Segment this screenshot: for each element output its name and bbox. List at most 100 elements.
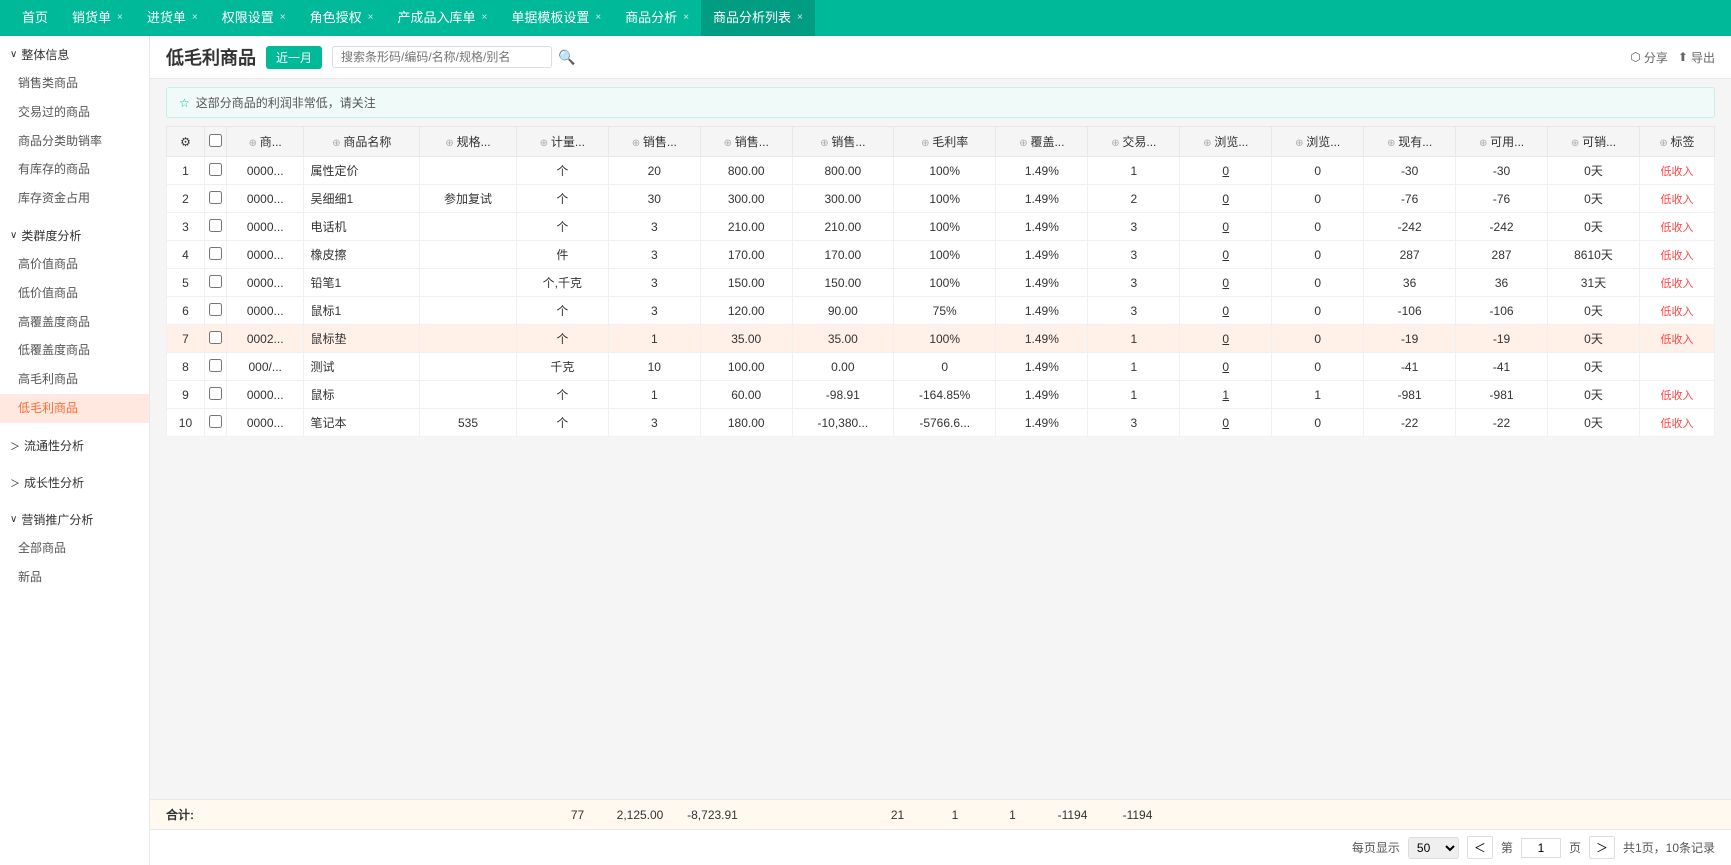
nav-home[interactable]: 首页 (10, 0, 60, 36)
cell-browse1[interactable]: 0 (1180, 353, 1272, 381)
cell-browse1[interactable]: 0 (1180, 269, 1272, 297)
th-name[interactable]: 商品名称 (304, 127, 420, 157)
close-icon[interactable]: × (280, 0, 286, 36)
row-checkbox[interactable] (209, 303, 222, 316)
th-spec[interactable]: 规格... (420, 127, 517, 157)
sidebar-item-low-coverage[interactable]: 低覆盖度商品 (0, 336, 149, 365)
nav-purchase-order[interactable]: 进货单 × (135, 0, 210, 36)
close-icon[interactable]: × (797, 0, 803, 36)
cell-browse1[interactable]: 1 (1180, 381, 1272, 409)
cell-checkbox[interactable] (204, 185, 226, 213)
row-checkbox[interactable] (209, 219, 222, 232)
cell-checkbox[interactable] (204, 157, 226, 185)
cell-checkbox[interactable] (204, 241, 226, 269)
export-button[interactable]: ⬆ 导出 (1678, 49, 1715, 66)
browse1-link[interactable]: 0 (1222, 164, 1229, 178)
sidebar-item-low-margin[interactable]: 低毛利商品 (0, 394, 149, 423)
th-current-stock[interactable]: 现有... (1364, 127, 1456, 157)
search-button[interactable]: 🔍 (558, 49, 575, 66)
cell-browse1[interactable]: 0 (1180, 409, 1272, 437)
share-button[interactable]: ⬡ 分享 (1630, 49, 1668, 66)
nav-permissions[interactable]: 权限设置 × (210, 0, 298, 36)
sidebar-item-stock-capital[interactable]: 库存资金占用 (0, 184, 149, 213)
cell-checkbox[interactable] (204, 213, 226, 241)
cell-checkbox[interactable] (204, 325, 226, 353)
sidebar-item-all-goods[interactable]: 全部商品 (0, 534, 149, 563)
sidebar-item-high-coverage[interactable]: 高覆盖度商品 (0, 308, 149, 337)
sidebar-group-marketing[interactable]: ∨ 营销推广分析 (0, 505, 149, 534)
browse1-link[interactable]: 0 (1222, 304, 1229, 318)
browse1-link[interactable]: 1 (1222, 388, 1229, 402)
cell-checkbox[interactable] (204, 269, 226, 297)
nav-product-analysis[interactable]: 商品分析 × (613, 0, 701, 36)
close-icon[interactable]: × (595, 0, 601, 36)
cell-browse1[interactable]: 0 (1180, 325, 1272, 353)
cell-browse1[interactable]: 0 (1180, 213, 1272, 241)
th-available[interactable]: 可用... (1456, 127, 1548, 157)
th-tag[interactable]: 标签 (1639, 127, 1714, 157)
per-page-select[interactable]: 50 20 100 (1408, 837, 1459, 859)
cell-checkbox[interactable] (204, 409, 226, 437)
next-page-button[interactable]: ＞ (1589, 836, 1615, 859)
cell-browse1[interactable]: 0 (1180, 185, 1272, 213)
th-trade[interactable]: 交易... (1088, 127, 1180, 157)
cell-browse1[interactable]: 0 (1180, 297, 1272, 325)
sidebar-group-liquidity[interactable]: ＞ 流通性分析 (0, 431, 149, 460)
browse1-link[interactable]: 0 (1222, 276, 1229, 290)
browse1-link[interactable]: 0 (1222, 220, 1229, 234)
row-checkbox[interactable] (209, 163, 222, 176)
th-saleable[interactable]: 可销... (1548, 127, 1640, 157)
nav-product-analysis-list[interactable]: 商品分析列表 × (701, 0, 815, 36)
row-checkbox[interactable] (209, 247, 222, 260)
nav-template-settings[interactable]: 单据模板设置 × (499, 0, 613, 36)
page-input[interactable] (1521, 838, 1561, 858)
row-checkbox[interactable] (209, 191, 222, 204)
table-wrapper[interactable]: ⚙ 商... 商品名称 规格... 计量... 销售... 销售... 销售..… (150, 126, 1731, 799)
row-checkbox[interactable] (209, 275, 222, 288)
sidebar-item-high-margin[interactable]: 高毛利商品 (0, 365, 149, 394)
browse1-link[interactable]: 0 (1222, 248, 1229, 262)
row-checkbox[interactable] (209, 359, 222, 372)
sidebar-item-sales-goods[interactable]: 销售类商品 (0, 69, 149, 98)
sidebar-group-cluster[interactable]: ∨ 类群度分析 (0, 221, 149, 250)
browse1-link[interactable]: 0 (1222, 332, 1229, 346)
nav-role-auth[interactable]: 角色授权 × (298, 0, 386, 36)
row-checkbox[interactable] (209, 387, 222, 400)
prev-page-button[interactable]: ＜ (1467, 836, 1493, 859)
sidebar-group-overview[interactable]: ∨ 整体信息 (0, 40, 149, 69)
th-sales-qty[interactable]: 销售... (608, 127, 700, 157)
cell-browse1[interactable]: 0 (1180, 241, 1272, 269)
sidebar-item-category-rate[interactable]: 商品分类助销率 (0, 127, 149, 156)
row-checkbox[interactable] (209, 415, 222, 428)
close-icon[interactable]: × (368, 0, 374, 36)
close-icon[interactable]: × (117, 0, 123, 36)
th-sales-price[interactable]: 销售... (700, 127, 792, 157)
filter-recent-month-button[interactable]: 近一月 (266, 46, 322, 69)
nav-finished-goods[interactable]: 产成品入库单 × (385, 0, 499, 36)
th-code[interactable]: 商... (226, 127, 304, 157)
browse1-link[interactable]: 0 (1222, 416, 1229, 430)
th-browse2[interactable]: 浏览... (1272, 127, 1364, 157)
cell-checkbox[interactable] (204, 353, 226, 381)
sidebar-item-new-goods[interactable]: 新品 (0, 563, 149, 592)
browse1-link[interactable]: 0 (1222, 192, 1229, 206)
th-coverage[interactable]: 覆盖... (996, 127, 1088, 157)
sidebar-item-stocked-goods[interactable]: 有库存的商品 (0, 155, 149, 184)
sidebar-item-high-value[interactable]: 高价值商品 (0, 250, 149, 279)
th-unit[interactable]: 计量... (516, 127, 608, 157)
cell-checkbox[interactable] (204, 297, 226, 325)
search-input[interactable] (332, 46, 552, 68)
cell-browse1[interactable]: 0 (1180, 157, 1272, 185)
browse1-link[interactable]: 0 (1222, 360, 1229, 374)
close-icon[interactable]: × (481, 0, 487, 36)
select-all-checkbox[interactable] (209, 134, 222, 147)
th-gross-rate[interactable]: 毛利率 (893, 127, 995, 157)
sidebar-item-low-value[interactable]: 低价值商品 (0, 279, 149, 308)
th-setting[interactable]: ⚙ (167, 127, 205, 157)
nav-sales-order[interactable]: 销货单 × (60, 0, 135, 36)
sidebar-group-growth[interactable]: ＞ 成长性分析 (0, 468, 149, 497)
sidebar-item-traded-goods[interactable]: 交易过的商品 (0, 98, 149, 127)
cell-checkbox[interactable] (204, 381, 226, 409)
row-checkbox[interactable] (209, 331, 222, 344)
th-sales-amount[interactable]: 销售... (792, 127, 893, 157)
